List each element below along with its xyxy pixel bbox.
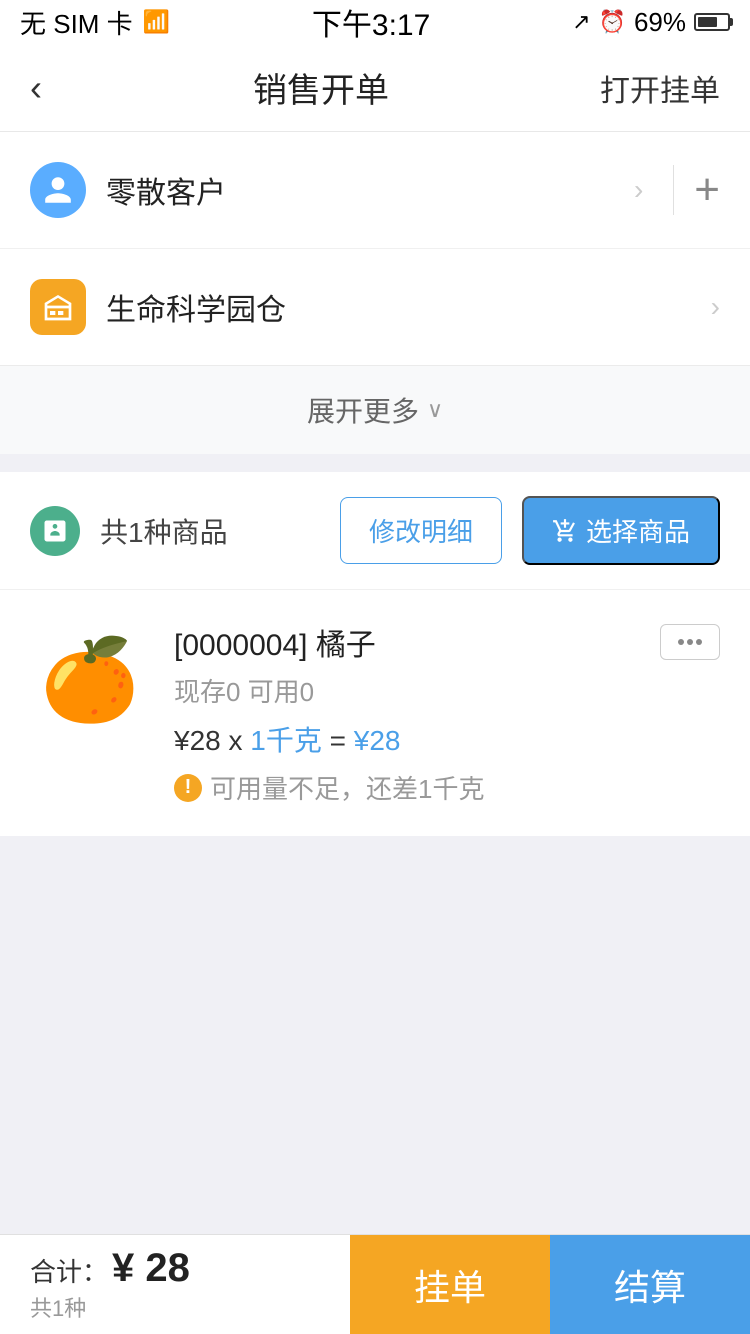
goods-icon [30,506,80,556]
goods-count-label: 共1种商品 [100,511,320,551]
carrier-text: 无 SIM 卡 [20,4,133,41]
product-item: 🍊 [0000004] 橘子 现存0 可用0 ¥28 [0,590,750,836]
warehouse-name: 生命科学园仓 [106,285,711,329]
wifi-icon: 📶 [143,9,170,35]
cart-plus-icon [552,518,578,544]
product-price-row: ¥28 x 1千克 = ¥28 [174,719,720,759]
select-goods-button[interactable]: 选择商品 [522,496,720,565]
warning-icon: ! [174,774,202,802]
warehouse-chevron-icon: › [711,291,720,323]
product-stock: 现存0 可用0 [174,672,720,709]
product-info: [0000004] 橘子 现存0 可用0 ¥28 x 1千克 = ¥2 [174,620,720,806]
customer-chevron-icon: › [634,174,643,206]
total-count: 共1种 [30,1291,320,1323]
goods-section: 共1种商品 修改明细 选择商品 🍊 [0000004] 橘子 [0,472,750,836]
back-button[interactable]: ‹ [30,67,42,109]
price-equals: = [330,725,354,756]
expand-more-label: 展开更多 [307,390,419,430]
price-quantity: 1千克 [250,725,322,756]
total-label: 合计： [30,1252,108,1289]
expand-chevron-down-icon: ∨ [427,397,443,423]
total-area: 合计： ¥ 28 共1种 [0,1235,350,1334]
status-time: 下午3:17 [312,0,430,44]
status-right: ↗ ⏰ 69% [572,7,730,38]
status-carrier: 无 SIM 卡 📶 [20,4,170,41]
product-title: [0000004] 橘子 [174,620,376,664]
alarm-icon: ⏰ [599,9,626,35]
goods-header: 共1种商品 修改明细 选择商品 [0,472,750,590]
product-more-button[interactable] [660,624,720,660]
modify-detail-button[interactable]: 修改明细 [340,497,502,564]
add-customer-button[interactable]: + [673,165,720,215]
total-amount: ¥ 28 [112,1246,190,1291]
checkout-button[interactable]: 结算 [550,1235,750,1334]
select-goods-label: 选择商品 [586,512,690,549]
main-content: 零散客户 › + 生命科学园仓 › 展开更多 ∨ 共1种商品 修改明细 [0,132,750,974]
page-title: 销售开单 [253,63,389,112]
price-multiply: x [229,725,251,756]
hangup-button[interactable]: 挂单 [350,1235,550,1334]
product-id: [0000004] [174,629,307,662]
status-bar: 无 SIM 卡 📶 下午3:17 ↗ ⏰ 69% [0,0,750,44]
page-header: ‹ 销售开单 打开挂单 [0,44,750,132]
warehouse-icon [30,279,86,335]
product-name: 橘子 [316,629,376,662]
price-unit: ¥28 [174,725,221,756]
location-icon: ↗ [572,9,590,35]
product-title-row: [0000004] 橘子 [174,620,720,664]
customer-avatar [30,162,86,218]
price-total: ¥28 [354,725,401,756]
warehouse-row[interactable]: 生命科学园仓 › [0,249,750,365]
customer-warehouse-section: 零散客户 › + 生命科学园仓 › 展开更多 ∨ [0,132,750,454]
battery-icon [694,13,730,31]
warning-text: 可用量不足，还差1千克 [210,769,484,806]
dot-icon [696,639,702,645]
customer-name: 零散客户 [106,168,634,212]
customer-row[interactable]: 零散客户 › + [0,132,750,249]
open-hangup-button[interactable]: 打开挂单 [600,66,720,110]
bottom-bar: 合计： ¥ 28 共1种 挂单 结算 [0,1234,750,1334]
product-thumbnail: 🍊 [40,640,140,720]
dot-icon [687,639,693,645]
dot-icon [678,639,684,645]
product-warning: ! 可用量不足，还差1千克 [174,769,720,806]
product-image: 🍊 [30,620,150,740]
battery-percent: 69% [634,7,686,38]
expand-more-button[interactable]: 展开更多 ∨ [0,365,750,454]
